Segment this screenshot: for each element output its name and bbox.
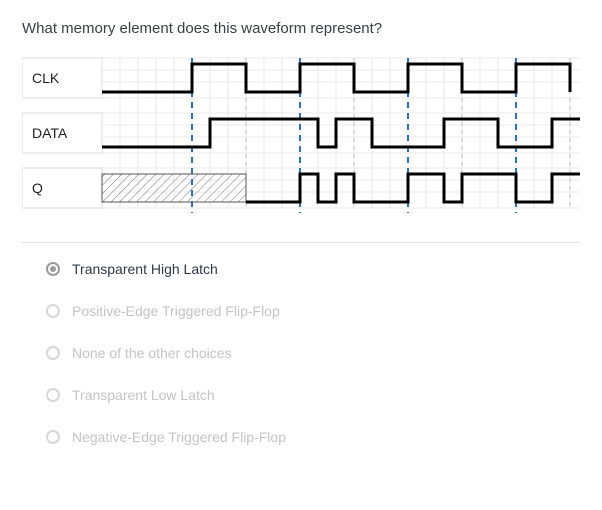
timing-diagram: CLK DATA Q (22, 53, 580, 228)
question-text: What memory element does this waveform r… (22, 20, 580, 37)
divider (22, 242, 580, 243)
radio-icon (46, 304, 60, 318)
data-label: DATA (32, 125, 68, 141)
choice-label: None of the other choices (72, 345, 232, 361)
choice-label: Transparent High Latch (72, 261, 218, 277)
choice-label: Negative-Edge Triggered Flip-Flop (72, 429, 286, 445)
choice-label: Positive-Edge Triggered Flip-Flop (72, 303, 280, 319)
choice-positive-edge-ff[interactable]: Positive-Edge Triggered Flip-Flop (46, 303, 580, 319)
choice-label: Transparent Low Latch (72, 387, 215, 403)
q-label: Q (32, 180, 43, 196)
answer-choices: Transparent High Latch Positive-Edge Tri… (22, 261, 580, 445)
q-undefined-region (102, 174, 246, 202)
radio-icon (46, 262, 60, 276)
choice-transparent-high-latch[interactable]: Transparent High Latch (46, 261, 580, 277)
choice-none[interactable]: None of the other choices (46, 345, 580, 361)
choice-transparent-low-latch[interactable]: Transparent Low Latch (46, 387, 580, 403)
radio-icon (46, 388, 60, 402)
q-waveform (246, 174, 580, 202)
clk-label: CLK (32, 70, 60, 86)
radio-icon (46, 346, 60, 360)
choice-negative-edge-ff[interactable]: Negative-Edge Triggered Flip-Flop (46, 429, 580, 445)
radio-icon (46, 430, 60, 444)
